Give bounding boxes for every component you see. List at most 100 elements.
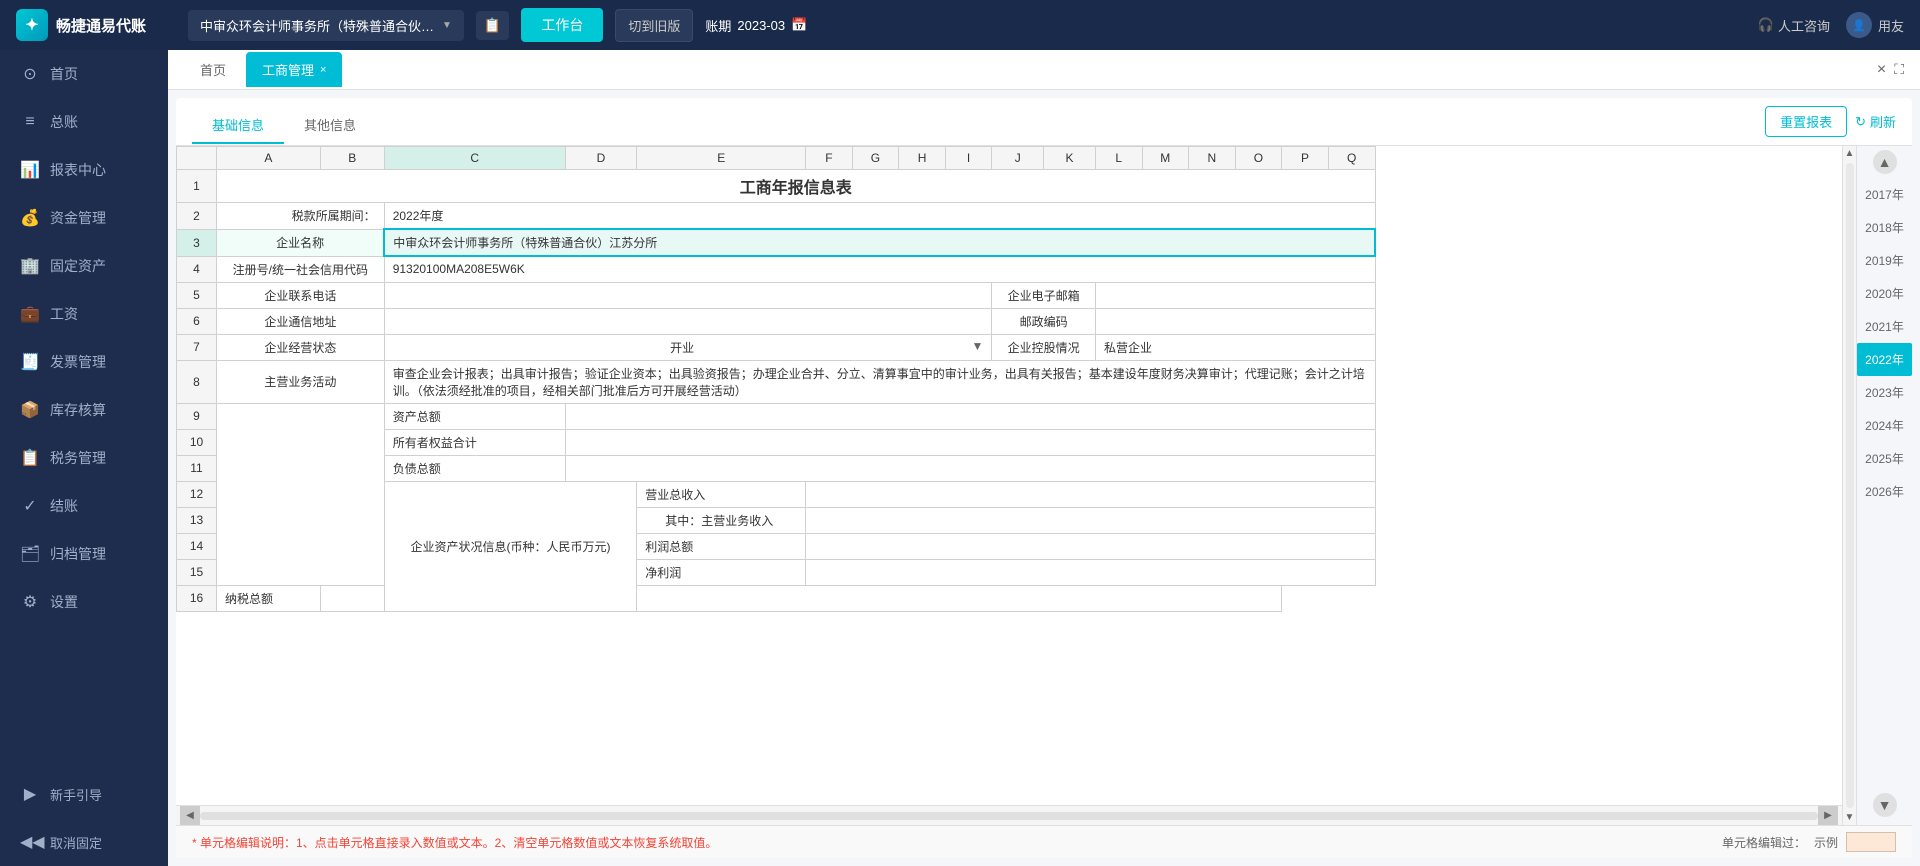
header-right: 🎧 人工咨询 👤 用友: [1758, 12, 1904, 38]
scroll-down-button[interactable]: ▼: [1843, 810, 1857, 825]
expand-window-button[interactable]: ⛶: [1894, 61, 1904, 79]
footer-right-label: 单元格编辑过：: [1722, 834, 1806, 851]
year-item-2025[interactable]: 2025年: [1857, 442, 1912, 475]
refresh-button[interactable]: ↻ 刷新: [1855, 112, 1896, 131]
year-item-2019[interactable]: 2019年: [1857, 244, 1912, 277]
sidebar-item-inventory[interactable]: 📦 库存核算: [0, 386, 168, 434]
sidebar-item-ledger[interactable]: ≡ 总账: [0, 98, 168, 146]
tab-industrial[interactable]: 工商管理 ×: [246, 52, 342, 87]
sidebar-item-home[interactable]: ⊙ 首页: [0, 50, 168, 98]
user-area[interactable]: 👤 用友: [1846, 12, 1904, 38]
sidebar-item-fund[interactable]: 💰 资金管理: [0, 194, 168, 242]
scroll-left-button[interactable]: ◀: [180, 806, 200, 826]
col-header-a[interactable]: A: [217, 147, 321, 170]
row-num: 3: [177, 229, 217, 256]
cell-reg-code[interactable]: 91320100MA208E5W6K: [384, 256, 1375, 282]
sidebar-item-tax[interactable]: 📋 税务管理: [0, 434, 168, 482]
title-cell[interactable]: 工商年报信息表: [217, 170, 1376, 203]
col-header-c[interactable]: C: [384, 147, 565, 170]
sidebar-item-archive[interactable]: 🗂 归档管理: [0, 530, 168, 578]
col-header-h[interactable]: H: [899, 147, 946, 170]
vertical-scrollbar[interactable]: ▲ ▼: [1842, 146, 1856, 825]
year-item-2018[interactable]: 2018年: [1857, 211, 1912, 244]
cell-label: 主营业务活动: [217, 360, 385, 403]
year-panel-up-button[interactable]: ▲: [1873, 150, 1897, 174]
col-header-q[interactable]: Q: [1328, 147, 1375, 170]
sidebar-item-invoice[interactable]: 🧾 发票管理: [0, 338, 168, 386]
sub-tab-basic[interactable]: 基础信息: [192, 107, 284, 144]
copy-button[interactable]: 📋: [476, 11, 509, 40]
sample-cell: [1846, 832, 1896, 852]
year-item-2017[interactable]: 2017年: [1857, 178, 1912, 211]
cell-biz-activity[interactable]: 审查企业会计报表；出具审计报告；验证企业资本；出具验资报告；办理企业合并、分立、…: [384, 360, 1375, 403]
row-num: 10: [177, 429, 217, 455]
cell-equity-value[interactable]: [565, 429, 1375, 455]
col-header-p[interactable]: P: [1282, 147, 1329, 170]
col-header-e[interactable]: E: [637, 147, 806, 170]
col-header-k[interactable]: K: [1044, 147, 1096, 170]
cell-tax-value[interactable]: [320, 585, 1281, 611]
cell-main-revenue-value[interactable]: [806, 507, 1375, 533]
sidebar-item-settings[interactable]: ⚙ 设置: [0, 578, 168, 626]
col-header-f[interactable]: F: [806, 147, 853, 170]
company-selector[interactable]: 中审众环会计师事务所（特殊普通合伙… ▼: [188, 10, 464, 41]
col-header-g[interactable]: G: [852, 147, 899, 170]
cell-asset-value[interactable]: [565, 403, 1375, 429]
horizontal-scrollbar[interactable]: ◀ ▶: [176, 805, 1842, 825]
old-version-button[interactable]: 切到旧版: [615, 9, 693, 42]
cell-revenue-value[interactable]: [806, 481, 1375, 507]
cell-holding[interactable]: 私营企业: [1095, 334, 1375, 360]
sidebar-item-label: 固定资产: [50, 256, 106, 276]
cell-net-profit-value[interactable]: [806, 559, 1375, 585]
year-panel-down-button[interactable]: ▼: [1873, 793, 1897, 817]
col-header-j[interactable]: J: [992, 147, 1044, 170]
sidebar-item-report[interactable]: 📊 报表中心: [0, 146, 168, 194]
sidebar-item-wage[interactable]: 💼 工资: [0, 290, 168, 338]
col-header-o[interactable]: O: [1235, 147, 1282, 170]
tab-close-icon[interactable]: ×: [320, 64, 326, 76]
cell-postcode[interactable]: [1095, 308, 1375, 334]
cell-address[interactable]: [384, 308, 992, 334]
col-header-m[interactable]: M: [1142, 147, 1189, 170]
col-header-n[interactable]: N: [1189, 147, 1236, 170]
col-header-d[interactable]: D: [565, 147, 637, 170]
tab-home[interactable]: 首页: [184, 52, 242, 87]
cell-debt-value[interactable]: [565, 455, 1375, 481]
sidebar-item-newbie[interactable]: ▶ 新手引导: [0, 770, 168, 818]
cell-phone[interactable]: [384, 282, 992, 308]
sidebar-item-close[interactable]: ✓ 结账: [0, 482, 168, 530]
reset-table-button[interactable]: 重置报表: [1765, 106, 1847, 137]
workbench-button[interactable]: 工作台: [521, 8, 603, 42]
report-icon: 📊: [20, 160, 40, 180]
sidebar-item-label: 税务管理: [50, 448, 106, 468]
spreadsheet-scroll[interactable]: A B C D E F G H I J: [176, 146, 1842, 805]
sub-tab-other[interactable]: 其他信息: [284, 107, 376, 144]
cell-email[interactable]: [1095, 282, 1375, 308]
col-header-i[interactable]: I: [945, 147, 992, 170]
sidebar-item-asset[interactable]: 🏢 固定资产: [0, 242, 168, 290]
year-item-2024[interactable]: 2024年: [1857, 409, 1912, 442]
calendar-icon[interactable]: 📅: [791, 17, 807, 33]
close-window-button[interactable]: ×: [1877, 61, 1886, 79]
cell-profit-value[interactable]: [806, 533, 1375, 559]
year-item-2022[interactable]: 2022年: [1857, 343, 1912, 376]
sidebar-item-unpin[interactable]: ◀◀ 取消固定: [0, 818, 168, 866]
col-header-l[interactable]: L: [1095, 147, 1142, 170]
cell-postcode-label: 邮政编码: [992, 308, 1096, 334]
scroll-up-button[interactable]: ▲: [1843, 146, 1857, 161]
scroll-track-v[interactable]: [1846, 163, 1854, 808]
scroll-track[interactable]: [200, 812, 1818, 820]
sub-tabs: 基础信息 其他信息 重置报表 ↻ 刷新: [176, 98, 1912, 146]
cell-status[interactable]: 开业 ▼: [384, 334, 992, 360]
year-item-2021[interactable]: 2021年: [1857, 310, 1912, 343]
year-item-2023[interactable]: 2023年: [1857, 376, 1912, 409]
help-button[interactable]: 🎧 人工咨询: [1758, 16, 1830, 35]
cell-value[interactable]: 2022年度: [384, 203, 1375, 230]
row-num: 6: [177, 308, 217, 334]
year-item-2026[interactable]: 2026年: [1857, 475, 1912, 508]
cell-label: 注册号/统一社会信用代码: [217, 256, 385, 282]
col-header-b[interactable]: B: [320, 147, 384, 170]
year-item-2020[interactable]: 2020年: [1857, 277, 1912, 310]
cell-company-name[interactable]: 中审众环会计师事务所（特殊普通合伙）江苏分所: [384, 229, 1375, 256]
scroll-right-button[interactable]: ▶: [1818, 806, 1838, 826]
